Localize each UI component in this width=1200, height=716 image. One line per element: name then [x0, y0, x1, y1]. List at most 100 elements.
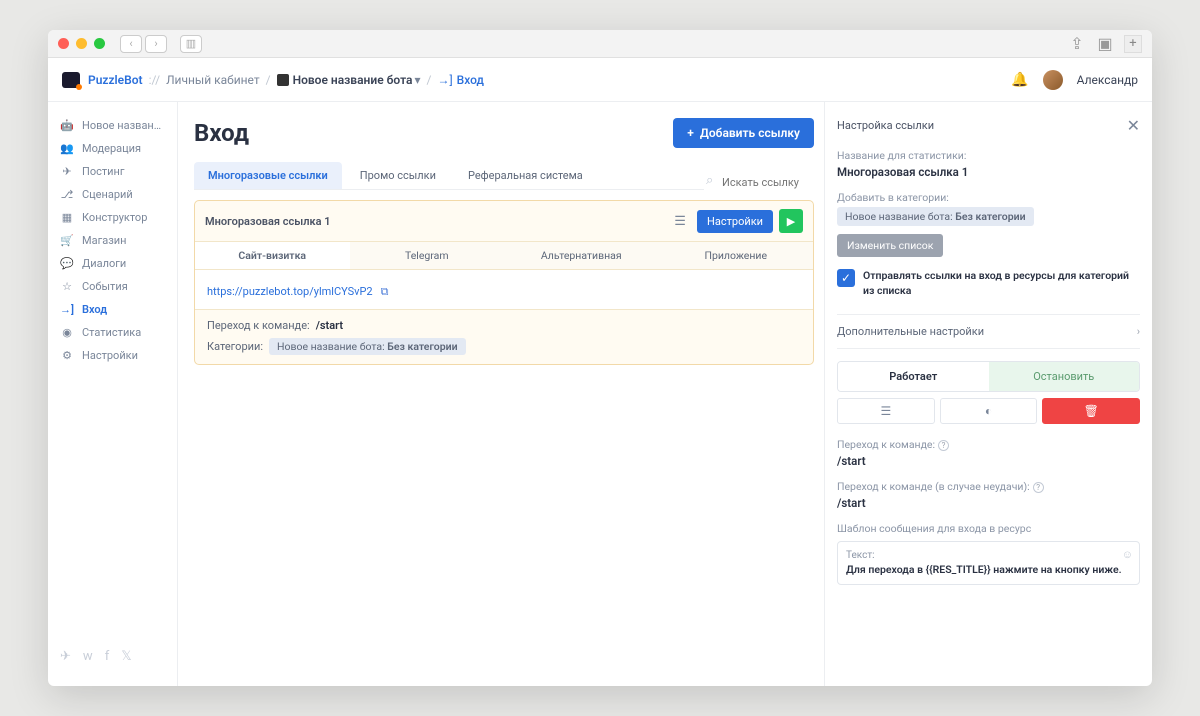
sidebar-item-9[interactable]: ◉ Статистика: [48, 321, 177, 344]
social-links: ✈ w f 𝕏: [48, 639, 177, 674]
titlebar: ‹ › ▥ ⇪ ▣ +: [48, 30, 1152, 58]
change-list-button[interactable]: Изменить список: [837, 234, 943, 257]
link-settings-button[interactable]: Настройки: [697, 210, 773, 233]
breadcrumb-dashboard[interactable]: Личный кабинет: [166, 73, 260, 87]
app-window: ‹ › ▥ ⇪ ▣ + PuzzleBot :// Личный кабинет…: [48, 30, 1152, 686]
sidebar-item-0[interactable]: 🤖Новое назван…: [48, 114, 177, 137]
maximize-window-icon[interactable]: [94, 38, 105, 49]
sidebar-item-6[interactable]: 💬Диалоги: [48, 252, 177, 275]
panel-title: Настройка ссылки: [837, 119, 934, 132]
status-stop-button[interactable]: Остановить: [989, 362, 1140, 391]
tab-0[interactable]: Многоразовые ссылки: [194, 162, 342, 189]
new-tab-button[interactable]: +: [1124, 35, 1142, 53]
brand-logo-icon: [62, 72, 80, 88]
sidebar-item-8[interactable]: →] Вход: [48, 298, 177, 321]
bot-icon: [277, 74, 289, 86]
plus-icon: +: [687, 126, 694, 140]
stat-name-value: Многоразовая ссылка 1: [837, 165, 1140, 179]
chevron-down-icon[interactable]: ▾: [414, 73, 420, 87]
template-text-box[interactable]: Текст: Для перехода в {{RES_TITLE}} нажм…: [837, 541, 1140, 585]
sidebar-icon: ✈: [60, 165, 74, 178]
stat-name-label: Название для статистики:: [837, 149, 1140, 162]
emoji-icon[interactable]: ☺: [1122, 548, 1133, 561]
close-window-icon[interactable]: [58, 38, 69, 49]
tabs-icon[interactable]: ▣: [1096, 35, 1114, 53]
sidebar-item-3[interactable]: ⎇ Сценарий: [48, 183, 177, 206]
category-chip[interactable]: Новое название бота: Без категории: [269, 338, 466, 355]
breadcrumb-current[interactable]: Вход: [457, 73, 484, 87]
link-card-title: Многоразовая ссылка 1: [205, 215, 331, 228]
link-sub-tabs: Сайт-визиткаTelegramАльтернативнаяПрилож…: [195, 241, 813, 270]
categories-label: Категории:: [207, 340, 263, 353]
sidebar-item-label: Конструктор: [82, 211, 147, 224]
tab-2[interactable]: Реферальная система: [454, 162, 597, 189]
page-title: Вход: [194, 119, 249, 147]
sidebar-item-label: Постинг: [82, 165, 124, 178]
list-icon[interactable]: ☰: [669, 210, 691, 232]
sidebar-item-label: Вход: [82, 303, 107, 316]
nav-forward-button[interactable]: ›: [145, 35, 167, 53]
template-text-value: Для перехода в {{RES_TITLE}} нажмите на …: [846, 563, 1131, 576]
sidebar-item-4[interactable]: ▦Конструктор: [48, 206, 177, 229]
status-working-button[interactable]: Работает: [838, 362, 989, 391]
category-chip-panel[interactable]: Новое название бота: Без категории: [837, 207, 1034, 226]
sidebar-icon: ⎇: [60, 188, 74, 201]
avatar[interactable]: [1043, 70, 1063, 90]
notifications-icon[interactable]: 🔔: [1011, 72, 1028, 88]
sidebar-item-1[interactable]: 👥Модерация: [48, 137, 177, 160]
sidebar-item-label: Магазин: [82, 234, 126, 247]
search-input[interactable]: [704, 173, 814, 192]
sidebar-toggle-icon[interactable]: ▥: [180, 35, 202, 53]
copy-icon[interactable]: ⧉: [381, 285, 389, 299]
help-icon[interactable]: ?: [938, 440, 949, 451]
send-links-checkbox[interactable]: ✓: [837, 269, 855, 287]
sidebar-item-5[interactable]: 🛒 Магазин: [48, 229, 177, 252]
template-section-label: Шаблон сообщения для входа в ресурс: [837, 522, 1140, 535]
vk-icon[interactable]: w: [83, 649, 93, 664]
link-subtab-3[interactable]: Приложение: [659, 242, 814, 269]
sidebar-item-10[interactable]: ⚙ Настройки: [48, 344, 177, 367]
login-icon: →]: [437, 73, 452, 87]
sidebar-item-label: Новое назван…: [82, 119, 161, 132]
action-schedule-button[interactable]: ◐: [940, 398, 1038, 424]
sidebar-item-label: Статистика: [82, 326, 141, 339]
extra-settings-toggle[interactable]: Дополнительные настройки ›: [837, 314, 1140, 349]
link-subtab-2[interactable]: Альтернативная: [504, 242, 659, 269]
minimize-window-icon[interactable]: [76, 38, 87, 49]
sidebar-item-label: Настройки: [82, 349, 138, 362]
tab-1[interactable]: Промо ссылки: [346, 162, 450, 189]
action-delete-button[interactable]: 🗑: [1042, 398, 1140, 424]
status-toggle: Работает Остановить: [837, 361, 1140, 392]
telegram-icon[interactable]: ✈: [60, 649, 71, 664]
goto-command-label: Переход к команде:: [207, 319, 310, 332]
action-list-button[interactable]: ☰: [837, 398, 935, 424]
sidebar-icon: ⚙: [60, 349, 74, 362]
sidebar-item-label: Сценарий: [82, 188, 133, 201]
facebook-icon[interactable]: f: [105, 649, 110, 664]
share-icon[interactable]: ⇪: [1068, 35, 1086, 53]
topbar: PuzzleBot :// Личный кабинет / Новое наз…: [48, 58, 1152, 102]
link-type-tabs: Многоразовые ссылкиПромо ссылкиРеферальн…: [194, 162, 704, 190]
sidebar-icon: ◉: [60, 326, 74, 339]
close-icon[interactable]: ✕: [1127, 116, 1140, 135]
goto-fail-label: Переход к команде (в случае неудачи):?: [837, 480, 1140, 493]
play-button[interactable]: ▶: [779, 209, 803, 233]
main-content: Вход + Добавить ссылку Многоразовые ссыл…: [178, 102, 824, 686]
help-icon[interactable]: ?: [1033, 482, 1044, 493]
brand-name: PuzzleBot: [88, 73, 143, 87]
twitter-icon[interactable]: 𝕏: [121, 649, 131, 664]
sidebar-icon: 🛒: [60, 234, 74, 247]
sidebar-icon: →]: [60, 303, 74, 316]
sidebar-item-7[interactable]: ☆События: [48, 275, 177, 298]
link-subtab-0[interactable]: Сайт-визитка: [195, 242, 350, 269]
add-category-label: Добавить в категории:: [837, 191, 1140, 204]
goto-fail-value: /start: [837, 496, 1140, 510]
goto-command-value: /start: [316, 319, 343, 332]
sidebar-item-2[interactable]: ✈ Постинг: [48, 160, 177, 183]
breadcrumb-bot[interactable]: Новое название бота: [293, 73, 413, 87]
link-subtab-1[interactable]: Telegram: [350, 242, 505, 269]
nav-back-button[interactable]: ‹: [120, 35, 142, 53]
link-url[interactable]: https://puzzlebot.top/ylmlCYSvP2 ⧉: [207, 285, 388, 299]
link-card: Многоразовая ссылка 1 ☰ Настройки ▶ Сайт…: [194, 200, 814, 365]
add-link-button[interactable]: + Добавить ссылку: [673, 118, 814, 148]
